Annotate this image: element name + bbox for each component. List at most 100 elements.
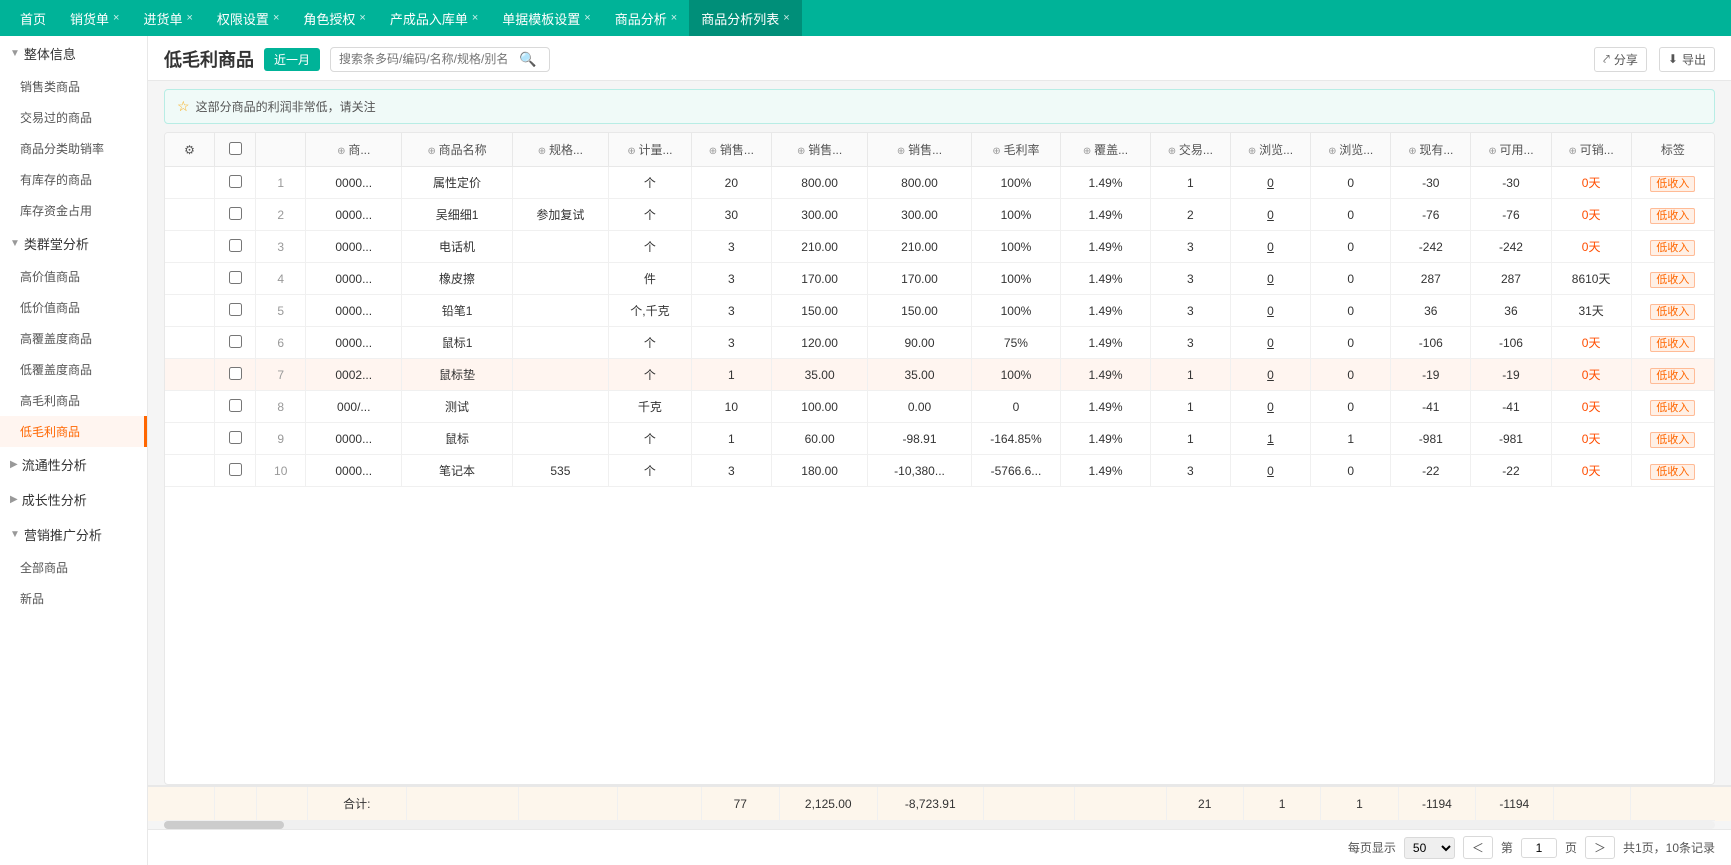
sidebar-item-all-goods[interactable]: 全部商品 [0,552,147,583]
col-unit-header[interactable]: 计量... [609,133,692,167]
chevron-down-icon: ▼ [10,48,20,59]
sidebar-group-circulation[interactable]: ▶ 流通性分析 [0,447,147,482]
sidebar-item-stock-goods[interactable]: 有库存的商品 [0,164,147,195]
row-browse1[interactable]: 0 [1230,391,1310,423]
col-gross-rate-header[interactable]: 毛利率 [971,133,1061,167]
col-stock-header[interactable]: 现有... [1391,133,1471,167]
sidebar-group-marketing[interactable]: ▼ 营销推广分析 [0,517,147,552]
nav-sales[interactable]: 销货单 × [58,0,131,36]
sidebar-item-low-coverage[interactable]: 低覆盖度商品 [0,354,147,385]
row-checkbox[interactable] [215,359,256,391]
row-cover-rate: 1.49% [1061,455,1151,487]
prev-page-button[interactable]: ＜ [1463,836,1493,859]
col-avail-header[interactable]: 可用... [1471,133,1551,167]
total-sale-profit: -8,723.91 [878,787,984,821]
data-table: ⚙ 商... 商品名称 规格... 计量... 销售... 销售... 销售..… [165,133,1714,487]
close-icon[interactable]: × [584,12,590,24]
row-num: 1 [256,167,306,199]
col-sellable-header[interactable]: 可销... [1551,133,1631,167]
nav-template-settings[interactable]: 单据模板设置 × [490,0,602,36]
sidebar-item-category-rate[interactable]: 商品分类助销率 [0,133,147,164]
row-browse1[interactable]: 0 [1230,295,1310,327]
sidebar-group-cluster[interactable]: ▼ 类群堂分析 [0,226,147,261]
col-browse1-header[interactable]: 浏览... [1230,133,1310,167]
col-trade-header[interactable]: 交易... [1150,133,1230,167]
sidebar-item-stock-capital[interactable]: 库存资金占用 [0,195,147,226]
sidebar-item-high-value[interactable]: 高价值商品 [0,261,147,292]
close-icon[interactable]: × [359,12,365,24]
table-row: 2 0000... 吴细细1 参加复试 个 30 300.00 300.00 1… [165,199,1714,231]
horizontal-scrollbar[interactable] [164,821,1715,829]
row-checkbox[interactable] [215,231,256,263]
row-checkbox[interactable] [215,423,256,455]
col-checkbox-header[interactable] [215,133,256,167]
row-browse1[interactable]: 0 [1230,327,1310,359]
per-page-select[interactable]: 50 100 200 [1404,837,1455,859]
row-sellable: 0天 [1551,455,1631,487]
sidebar-item-low-profit[interactable]: 低毛利商品 [0,416,147,447]
col-sale-amt-header[interactable]: 销售... [771,133,867,167]
table-row: 7 0002... 鼠标垫 个 1 35.00 35.00 100% 1.49%… [165,359,1714,391]
col-browse2-header[interactable]: 浏览... [1311,133,1391,167]
date-filter-button[interactable]: 近一月 [264,48,320,71]
close-icon[interactable]: × [113,12,119,24]
row-tag: 低收入 [1631,295,1714,327]
sidebar-group-general[interactable]: ▼ 整体信息 [0,36,147,71]
close-icon[interactable]: × [472,12,478,24]
select-all-checkbox[interactable] [229,142,242,155]
sidebar-item-low-value[interactable]: 低价值商品 [0,292,147,323]
row-checkbox[interactable] [215,327,256,359]
sidebar-item-high-coverage[interactable]: 高覆盖度商品 [0,323,147,354]
col-sale-profit-header[interactable]: 销售... [868,133,971,167]
close-icon[interactable]: × [783,12,789,24]
sidebar-group-growth[interactable]: ▶ 成长性分析 [0,482,147,517]
col-code-header[interactable]: 商... [306,133,402,167]
row-checkbox[interactable] [215,295,256,327]
row-browse1[interactable]: 0 [1230,359,1310,391]
sidebar-item-high-profit[interactable]: 高毛利商品 [0,385,147,416]
row-checkbox[interactable] [215,455,256,487]
scrollbar-thumb[interactable] [164,821,284,829]
row-checkbox[interactable] [215,391,256,423]
col-settings-header[interactable]: ⚙ [165,133,215,167]
next-page-button[interactable]: ＞ [1585,836,1615,859]
nav-goods-analysis[interactable]: 商品分析 × [603,0,689,36]
nav-permissions[interactable]: 权限设置 × [205,0,291,36]
col-sale-qty-header[interactable]: 销售... [691,133,771,167]
row-checkbox[interactable] [215,199,256,231]
row-sale-profit: -10,380... [868,455,971,487]
col-name-header[interactable]: 商品名称 [402,133,512,167]
row-trade: 3 [1150,231,1230,263]
close-icon[interactable]: × [186,12,192,24]
nav-product-inbound[interactable]: 产成品入库单 × [378,0,490,36]
nav-home[interactable]: 首页 [8,0,58,36]
sidebar-item-sales-goods[interactable]: 销售类商品 [0,71,147,102]
row-code: 0000... [306,455,402,487]
share-button[interactable]: ⤤ 分享 [1594,47,1647,72]
page-title: 低毛利商品 [164,46,254,72]
table-row: 9 0000... 鼠标 个 1 60.00 -98.91 -164.85% 1… [165,423,1714,455]
row-browse1[interactable]: 0 [1230,455,1310,487]
sidebar-item-new-goods[interactable]: 新品 [0,583,147,614]
sidebar-item-traded-goods[interactable]: 交易过的商品 [0,102,147,133]
col-cover-rate-header[interactable]: 覆盖... [1061,133,1151,167]
search-input[interactable] [339,52,519,66]
row-tag: 低收入 [1631,391,1714,423]
export-button[interactable]: ⬇ 导出 [1659,47,1715,72]
row-browse1[interactable]: 1 [1230,423,1310,455]
row-checkbox[interactable] [215,167,256,199]
close-icon[interactable]: × [273,12,279,24]
close-icon[interactable]: × [671,12,677,24]
nav-roles[interactable]: 角色授权 × [291,0,377,36]
nav-goods-analysis-list[interactable]: 商品分析列表 × [689,0,801,36]
page-number-input[interactable] [1521,838,1557,858]
search-icon[interactable]: 🔍 [519,51,536,68]
chevron-right-icon: ▶ [10,494,18,505]
row-browse1[interactable]: 0 [1230,231,1310,263]
row-checkbox[interactable] [215,263,256,295]
nav-purchase[interactable]: 进货单 × [131,0,204,36]
row-browse1[interactable]: 0 [1230,263,1310,295]
row-browse1[interactable]: 0 [1230,199,1310,231]
col-spec-header[interactable]: 规格... [512,133,608,167]
row-browse1[interactable]: 0 [1230,167,1310,199]
